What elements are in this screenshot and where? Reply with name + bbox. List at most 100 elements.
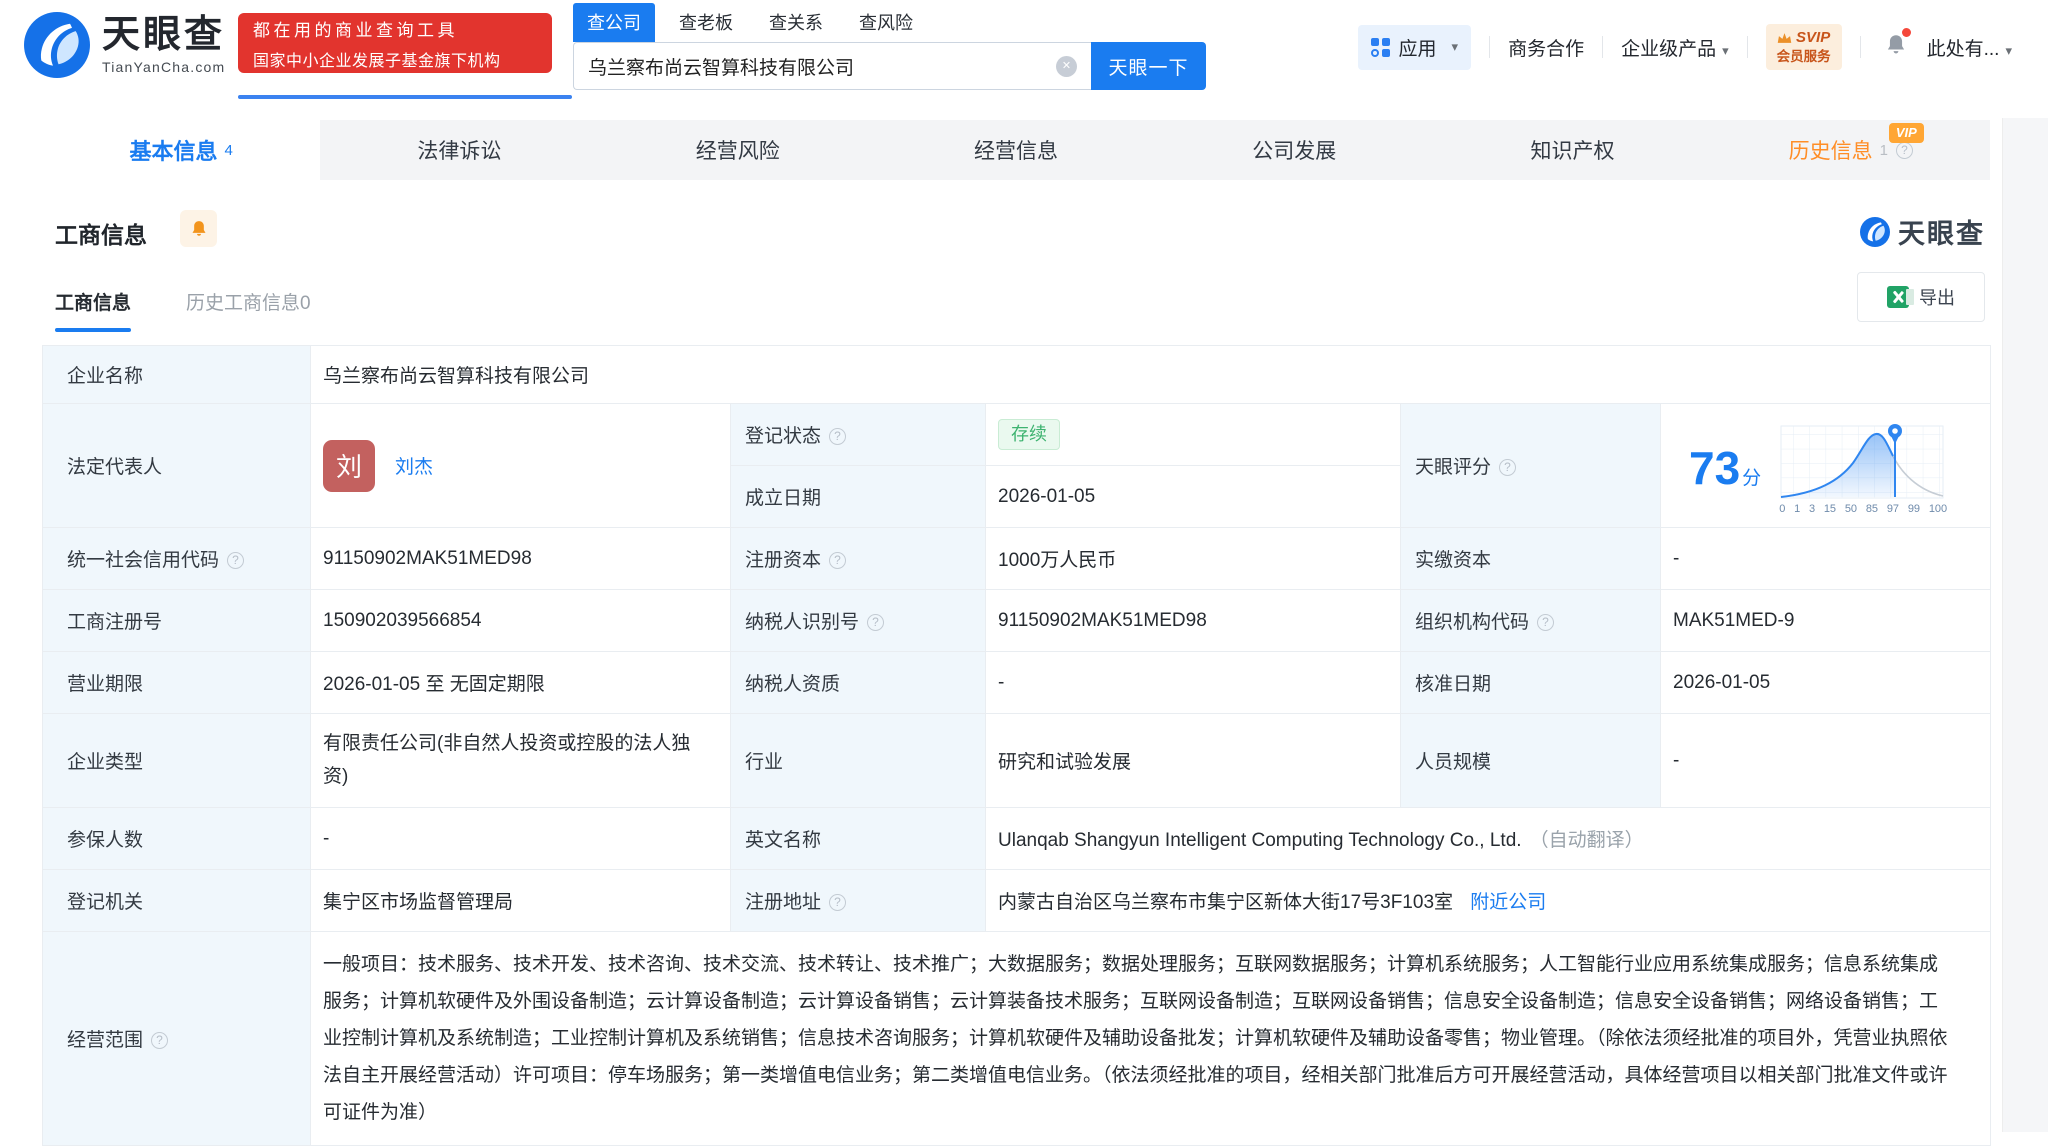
help-icon[interactable] — [1499, 459, 1517, 476]
slogan-line1: 都在用的商业查询工具 — [253, 20, 458, 40]
value-reg-capital: 1000万人民币 — [985, 527, 1401, 590]
value-company-type: 有限责任公司(非自然人投资或控股的法人独资) — [310, 713, 731, 808]
table-row: 经营范围 一般项目：技术服务、技术开发、技术咨询、技术交流、技术转让、技术推广；… — [42, 931, 1992, 1146]
subscribe-bell-button[interactable] — [180, 210, 217, 247]
export-button[interactable]: 导出 — [1857, 272, 1985, 322]
value-tyc-score: 73 分 0 1 3 15 50 85 97 99 100 — [1659, 403, 1992, 528]
reg-status-label-text: 登记状态 — [745, 426, 822, 447]
business-scope-label-text: 经营范围 — [67, 1030, 144, 1051]
taxpayer-no-label-text: 纳税人识别号 — [745, 612, 860, 633]
help-icon[interactable] — [151, 1032, 169, 1049]
tab-company-development[interactable]: 公司发展 — [1155, 120, 1433, 180]
business-info-table: 企业名称 乌兰察布尚云智算科技有限公司 法定代表人 刘 刘杰 登记状态 存续 天… — [42, 345, 1992, 1146]
legal-rep-avatar[interactable]: 刘 — [323, 439, 375, 492]
apps-grid-icon — [1370, 37, 1390, 57]
help-icon[interactable] — [1896, 141, 1913, 159]
value-registry-authority: 集宁区市场监督管理局 — [310, 869, 731, 932]
label-company-type: 企业类型 — [42, 713, 311, 808]
search-tab-risk[interactable]: 查风险 — [859, 9, 913, 42]
company-nav-tabs: 基本信息 4 法律诉讼 经营风险 经营信息 公司发展 知识产权 VIP 历史信息… — [42, 120, 1990, 180]
section-title: 工商信息 — [55, 222, 147, 248]
legal-rep-name-link[interactable]: 刘杰 — [395, 452, 433, 479]
value-reg-address: 内蒙古自治区乌兰察布市集宁区新体大街17号3F103室 附近公司 — [984, 869, 1992, 932]
value-company-name: 乌兰察布尚云智算科技有限公司 — [309, 345, 1992, 404]
tab-basic-info[interactable]: 基本信息 4 — [42, 120, 321, 180]
label-staff-size: 人员规模 — [1400, 713, 1661, 808]
nav-business-cooperation[interactable]: 商务合作 — [1508, 34, 1584, 61]
svip-label: SVIP — [1796, 28, 1831, 46]
table-row: 工商注册号 150902039566854 纳税人识别号 91150902MAK… — [42, 589, 1992, 652]
card-watermark: 天眼查 — [1860, 212, 1985, 251]
label-insured-staff: 参保人数 — [42, 807, 311, 870]
tab-basic-count: 4 — [224, 141, 233, 159]
table-row: 登记机关 集宁区市场监督管理局 注册地址 内蒙古自治区乌兰察布市集宁区新体大街1… — [42, 869, 1992, 932]
search-tab-boss[interactable]: 查老板 — [679, 9, 733, 42]
help-icon[interactable] — [867, 614, 885, 631]
tab-history-info[interactable]: VIP 历史信息 1 — [1712, 120, 1990, 180]
value-business-scope: 一般项目：技术服务、技术开发、技术咨询、技术交流、技术转让、技术推广；大数据服务… — [309, 931, 1992, 1146]
value-legal-rep: 刘 刘杰 — [310, 403, 731, 528]
value-business-term: 2026-01-05 至 无固定期限 — [310, 651, 731, 714]
reg-capital-label-text: 注册资本 — [745, 550, 822, 571]
scrollbar-gutter[interactable] — [2002, 118, 2048, 1132]
tab-operating-risk[interactable]: 经营风险 — [599, 120, 877, 180]
brand-name: 天眼查 — [102, 14, 226, 56]
brand-domain: TianYanCha.com — [102, 59, 226, 75]
apps-menu[interactable]: 应用 — [1357, 24, 1472, 70]
notification-bell[interactable] — [1883, 27, 1911, 63]
status-badge: 存续 — [998, 418, 1060, 451]
watermark-text: 天眼查 — [1898, 219, 1985, 249]
help-icon[interactable] — [227, 552, 245, 569]
search-tab-relation[interactable]: 查关系 — [769, 9, 823, 42]
tianyancha-watermark-icon — [1860, 216, 1890, 247]
clear-search-icon[interactable] — [1056, 56, 1077, 77]
active-underline — [55, 328, 132, 332]
business-scope-text: 一般项目：技术服务、技术开发、技术咨询、技术交流、技术转让、技术推广；大数据服务… — [323, 954, 1948, 1123]
table-row: 企业名称 乌兰察布尚云智算科技有限公司 — [42, 345, 1992, 404]
tab-operating-info[interactable]: 经营信息 — [877, 120, 1155, 180]
notification-dot — [1901, 27, 1911, 37]
value-taxpayer-no: 91150902MAK51MED98 — [985, 589, 1401, 652]
subtab-active-label: 工商信息 — [55, 293, 132, 314]
help-icon[interactable] — [829, 428, 847, 445]
help-icon[interactable] — [829, 552, 847, 569]
search-button[interactable]: 天眼一下 — [1091, 42, 1206, 90]
label-industry: 行业 — [730, 713, 986, 808]
svip-member-service[interactable]: SVIP 会员服务 — [1765, 23, 1842, 71]
value-insured-staff: - — [310, 807, 731, 870]
table-row: 营业期限 2026-01-05 至 无固定期限 纳税人资质 - 核准日期 202… — [42, 651, 1992, 714]
tab-intellectual-property[interactable]: 知识产权 — [1433, 120, 1711, 180]
subtab-history-business-info[interactable]: 历史工商信息0 — [186, 288, 311, 315]
label-paidin-capital: 实缴资本 — [1400, 527, 1661, 590]
value-taxpayer-qualification: - — [985, 651, 1401, 714]
brand-text-block: 天眼查 TianYanCha.com — [102, 16, 225, 74]
tab-legal-proceedings[interactable]: 法律诉讼 — [320, 120, 598, 180]
slogan-line2: 国家中小企业发展子基金旗下机构 — [253, 52, 501, 70]
value-credit-code: 91150902MAK51MED98 — [310, 527, 731, 590]
reg-address-text: 内蒙古自治区乌兰察布市集宁区新体大街17号3F103室 — [998, 892, 1454, 913]
nav-more-menu[interactable]: 此处有... — [1927, 34, 2012, 61]
score-unit: 分 — [1742, 467, 1762, 489]
tianyancha-logo[interactable]: 天眼查 TianYanCha.com — [24, 12, 225, 78]
help-icon[interactable] — [1537, 614, 1555, 631]
search-input[interactable] — [573, 42, 1091, 90]
help-icon[interactable] — [829, 894, 847, 911]
label-legal-rep: 法定代表人 — [42, 403, 311, 528]
tab-ip-label: 知识产权 — [1530, 140, 1615, 163]
nav-more-label: 此处有... — [1926, 38, 2000, 60]
reg-address-label-text: 注册地址 — [745, 892, 822, 913]
org-code-label-text: 组织机构代码 — [1415, 612, 1530, 633]
label-tyc-score: 天眼评分 — [1400, 403, 1661, 528]
label-taxpayer-qualification: 纳税人资质 — [730, 651, 986, 714]
accent-divider — [238, 95, 572, 99]
score-number: 73 — [1689, 441, 1741, 494]
tab-history-count: 1 — [1879, 141, 1888, 159]
nearby-companies-link[interactable]: 附近公司 — [1470, 892, 1546, 913]
nav-enterprise-products[interactable]: 企业级产品 — [1621, 34, 1729, 61]
search-input-wrap — [573, 42, 1091, 90]
value-english-name: Ulanqab Shangyun Intelligent Computing T… — [984, 807, 1992, 870]
tianyancha-company-page: 天眼查 TianYanCha.com 都在用的商业查询工具 国家中小企业发展子基… — [0, 0, 2048, 1146]
search-tab-company[interactable]: 查公司 — [573, 3, 655, 42]
subtab-business-info[interactable]: 工商信息 — [55, 288, 132, 332]
search-block: 查公司 查老板 查关系 查风险 天眼一下 — [573, 3, 1206, 90]
